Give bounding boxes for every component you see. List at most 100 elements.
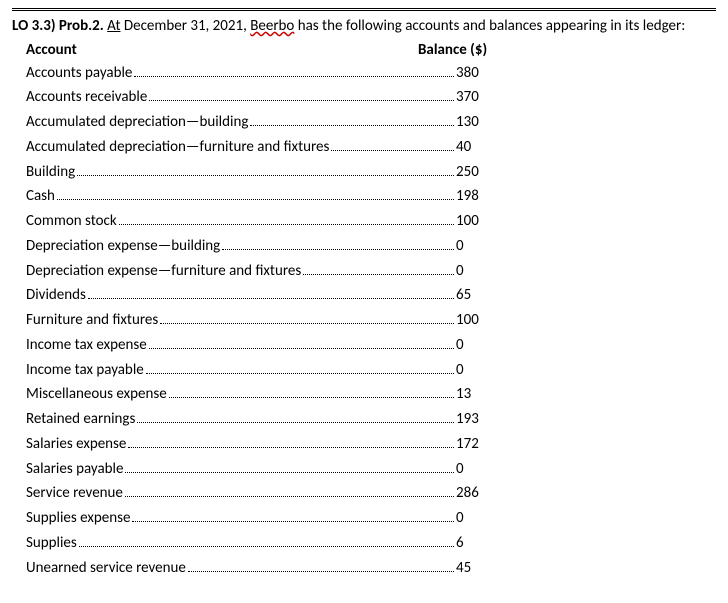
table-row: Furniture and fixtures 100 [26,308,716,333]
leader-dots [146,360,454,374]
account-name: Miscellaneous expense [26,382,167,407]
table-row: Accumulated depreciation—building130 [26,110,716,135]
account-name: Income tax payable [26,358,144,383]
problem-heading: LO 3.3) Prob.2. At December 31, 2021, Be… [12,17,716,37]
table-row: Accounts receivable 370 [26,85,716,110]
accounts-list: Accounts payable 380 Accounts receivable 37… [12,61,716,581]
table-row: Accounts payable 380 [26,61,716,86]
account-balance: 0 [456,457,464,482]
leader-dots [188,558,454,572]
leader-dots [250,113,454,127]
account-balance: 193 [456,407,479,432]
row-leader: Accumulated depreciation—building [26,110,456,135]
leader-dots [149,88,454,102]
leader-dots [331,137,454,151]
problem-label: LO 3.3) Prob.2. [12,17,104,35]
leader-dots [125,484,454,498]
leader-dots [160,311,454,325]
leader-dots [169,385,454,399]
leader-dots [88,286,454,300]
row-leader: Supplies [26,531,456,556]
account-name: Building [26,160,75,185]
account-name: Depreciation expense—furniture and fixtu… [26,259,301,284]
row-leader: Depreciation expense—furniture and fixtu… [26,259,456,284]
row-leader: Miscellaneous expense [26,382,456,407]
account-name: Unearned service revenue [26,556,186,581]
row-leader: Dividends [26,283,456,308]
account-name: Accumulated depreciation—furniture and f… [26,135,329,160]
row-leader: Cash [26,184,456,209]
account-name: Common stock [26,209,117,234]
leader-dots [128,434,454,448]
row-leader: Supplies expense [26,506,456,531]
row-leader: Income tax payable [26,358,456,383]
account-balance: 0 [456,259,464,284]
account-balance: 65 [456,283,471,308]
table-row: Supplies6 [26,531,716,556]
row-leader: Service revenue [26,481,456,506]
leader-dots [79,533,454,547]
table-row: Dividends65 [26,283,716,308]
row-leader: Accumulated depreciation—furniture and f… [26,135,456,160]
account-balance: 198 [456,184,479,209]
leader-dots [132,509,454,523]
row-leader: Common stock [26,209,456,234]
account-balance: 370 [456,85,479,110]
heading-company: Beerbo [250,17,294,35]
account-name: Depreciation expense—building [26,234,220,259]
account-name: Cash [26,184,55,209]
account-balance: 0 [456,506,464,531]
heading-tail: has the following accounts and balances … [294,17,685,35]
account-balance: 286 [456,481,479,506]
heading-text: At December 31, 2021, Beerbo has the fol… [107,17,685,35]
table-row: Salaries expense 172 [26,432,716,457]
leader-dots [149,335,454,349]
table-row: Cash 198 [26,184,716,209]
row-leader: Furniture and fixtures [26,308,456,333]
table-row: Unearned service revenue 45 [26,556,716,581]
row-leader: Accounts payable [26,61,456,86]
account-balance: 40 [456,135,471,160]
account-balance: 0 [456,234,464,259]
account-balance: 250 [456,160,479,185]
table-row: Service revenue 286 [26,481,716,506]
table-row: Retained earnings 193 [26,407,716,432]
leader-dots [134,63,454,77]
account-balance: 0 [456,358,464,383]
account-balance: 45 [456,556,471,581]
row-leader: Salaries payable [26,457,456,482]
account-name: Accumulated depreciation—building [26,110,248,135]
column-header-balance: Balance ($) [418,41,487,59]
row-leader: Accounts receivable [26,85,456,110]
table-header: Account Balance ($) [12,41,716,59]
account-name: Accounts receivable [26,85,147,110]
table-row: Building 250 [26,160,716,185]
account-balance: 13 [456,382,471,407]
table-row: Depreciation expense—furniture and fixtu… [26,259,716,284]
table-row: Depreciation expense—building 0 [26,234,716,259]
account-name: Service revenue [26,481,123,506]
account-name: Supplies expense [26,506,130,531]
account-name: Accounts payable [26,61,132,86]
leader-dots [125,459,454,473]
account-name: Furniture and fixtures [26,308,158,333]
table-row: Salaries payable 0 [26,457,716,482]
row-leader: Building [26,160,456,185]
row-leader: Income tax expense [26,333,456,358]
table-row: Common stock 100 [26,209,716,234]
account-name: Salaries expense [26,432,126,457]
row-leader: Unearned service revenue [26,556,456,581]
table-row: Accumulated depreciation—furniture and f… [26,135,716,160]
account-name: Income tax expense [26,333,147,358]
heading-at-word: At [107,17,120,35]
account-balance: 380 [456,61,479,86]
account-balance: 100 [456,308,479,333]
account-name: Salaries payable [26,457,123,482]
heading-date-rest: December 31, 2021, [121,17,251,35]
top-border-rule [12,8,716,11]
account-name: Retained earnings [26,407,135,432]
account-balance: 100 [456,209,479,234]
row-leader: Retained earnings [26,407,456,432]
account-balance: 172 [456,432,479,457]
leader-dots [222,236,454,250]
